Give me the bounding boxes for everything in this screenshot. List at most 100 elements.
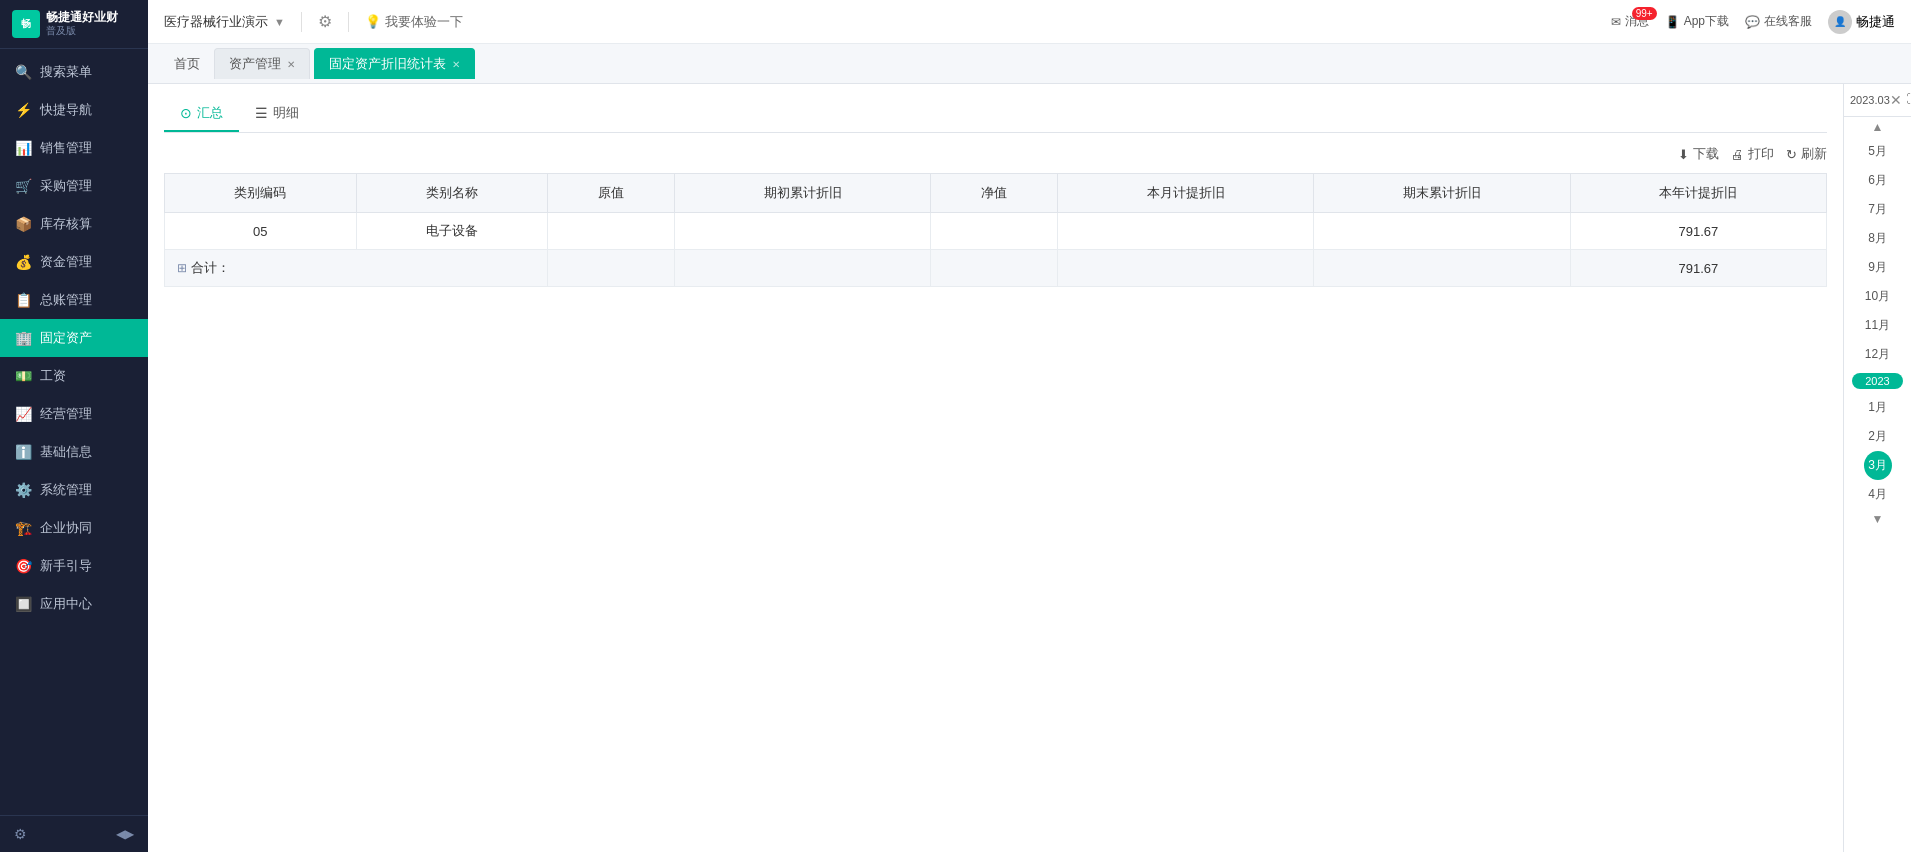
basic-info-icon: ℹ️ [14, 444, 32, 460]
guide-icon: 🎯 [14, 558, 32, 574]
sidebar-settings-icon[interactable]: ⚙ [14, 826, 27, 842]
topbar: 医疗器械行业演示 ▼ ⚙ 💡 我要体验一下 ✉ 消息 99+ 📱 App下载 💬… [148, 0, 1911, 44]
download-icon: ⬇ [1678, 147, 1689, 162]
avatar: 👤 [1828, 10, 1852, 34]
sidebar-item-funds[interactable]: 💰 资金管理 [0, 243, 148, 281]
app-download-label: App下载 [1684, 13, 1729, 30]
message-badge: 99+ [1632, 7, 1657, 20]
month-6[interactable]: 6月 [1844, 166, 1911, 195]
funds-icon: 💰 [14, 254, 32, 270]
sidebar-footer: ⚙ ◀▶ [0, 815, 148, 852]
sidebar: 畅 畅捷通好业财 普及版 🔍 搜索菜单 ⚡ 快捷导航 📊 销售管理 🛒 采购管理… [0, 0, 148, 852]
month-1[interactable]: 1月 [1844, 393, 1911, 422]
sidebar-item-operations[interactable]: 📈 经营管理 [0, 395, 148, 433]
month-3-active[interactable]: 3月 [1864, 451, 1892, 480]
experience-button[interactable]: 💡 我要体验一下 [365, 13, 463, 31]
fixed-assets-icon: 🏢 [14, 330, 32, 346]
app-version: 普及版 [46, 24, 118, 38]
month-10[interactable]: 10月 [1844, 282, 1911, 311]
sidebar-item-label: 应用中心 [40, 595, 92, 613]
total-icon: ⊞ [177, 261, 187, 275]
month-4[interactable]: 4月 [1844, 480, 1911, 509]
sidebar-item-label: 企业协同 [40, 519, 92, 537]
company-selector[interactable]: 医疗器械行业演示 ▼ [164, 13, 285, 31]
download-label: 下载 [1693, 145, 1719, 163]
tab-depreciation-label: 固定资产折旧统计表 [329, 55, 446, 73]
sidebar-item-apps[interactable]: 🔲 应用中心 [0, 585, 148, 623]
date-panel-header: 2023.03 ✕ ⛶ [1844, 84, 1911, 117]
subtab-summary-label: 汇总 [197, 104, 223, 122]
cell-name: 电子设备 [356, 213, 548, 250]
subtab-detail[interactable]: ☰ 明细 [239, 96, 315, 132]
customer-service-button[interactable]: 💬 在线客服 [1745, 13, 1812, 30]
sidebar-item-label: 销售管理 [40, 139, 92, 157]
sidebar-item-label: 搜索菜单 [40, 63, 92, 81]
sidebar-item-inventory[interactable]: 📦 库存核算 [0, 205, 148, 243]
sidebar-item-guide[interactable]: 🎯 新手引导 [0, 547, 148, 585]
right-date-panel: 2023.03 ✕ ⛶ ▲ 5月 6月 7月 8月 9月 10月 11月 12月… [1843, 84, 1911, 852]
system-icon: ⚙️ [14, 482, 32, 498]
date-panel-expand[interactable]: ⛶ [1906, 92, 1911, 108]
month-5[interactable]: 5月 [1844, 137, 1911, 166]
col-annual-dep: 本年计提折旧 [1570, 174, 1826, 213]
app-download-button[interactable]: 📱 App下载 [1665, 13, 1729, 30]
sidebar-item-quick-nav[interactable]: ⚡ 快捷导航 [0, 91, 148, 129]
download-button[interactable]: ⬇ 下载 [1678, 145, 1719, 163]
sidebar-item-label: 总账管理 [40, 291, 92, 309]
sidebar-item-fixed-assets[interactable]: 🏢 固定资产 [0, 319, 148, 357]
sidebar-item-payroll[interactable]: 💵 工资 [0, 357, 148, 395]
col-original-value: 原值 [548, 174, 675, 213]
cell-monthly-dep [1058, 213, 1314, 250]
sidebar-item-sales[interactable]: 📊 销售管理 [0, 129, 148, 167]
message-button[interactable]: ✉ 消息 99+ [1611, 13, 1649, 30]
col-monthly-dep: 本月计提折旧 [1058, 174, 1314, 213]
experience-label: 我要体验一下 [385, 13, 463, 31]
sidebar-item-system[interactable]: ⚙️ 系统管理 [0, 471, 148, 509]
tab-depreciation-close-icon[interactable]: ✕ [452, 59, 460, 70]
month-12[interactable]: 12月 [1844, 340, 1911, 369]
avatar-icon: 👤 [1834, 16, 1846, 27]
month-7[interactable]: 7月 [1844, 195, 1911, 224]
sidebar-item-label: 库存核算 [40, 215, 92, 233]
print-button[interactable]: 🖨 打印 [1731, 145, 1774, 163]
sidebar-nav: 🔍 搜索菜单 ⚡ 快捷导航 📊 销售管理 🛒 采购管理 📦 库存核算 💰 资金管… [0, 49, 148, 815]
tab-depreciation[interactable]: 固定资产折旧统计表 ✕ [314, 48, 475, 79]
date-panel-close[interactable]: ✕ [1890, 92, 1902, 108]
col-name: 类别名称 [356, 174, 548, 213]
subtab-summary[interactable]: ⊙ 汇总 [164, 96, 239, 132]
month-8[interactable]: 8月 [1844, 224, 1911, 253]
total-opening-acc-dep [675, 250, 931, 287]
app-logo: 畅 [12, 10, 40, 38]
col-opening-acc-dep: 期初累计折旧 [675, 174, 931, 213]
month-9[interactable]: 9月 [1844, 253, 1911, 282]
table-row: 05 电子设备 791.67 [165, 213, 1827, 250]
refresh-button[interactable]: ↻ 刷新 [1786, 145, 1827, 163]
month-11[interactable]: 11月 [1844, 311, 1911, 340]
refresh-label: 刷新 [1801, 145, 1827, 163]
sidebar-collapse-icon[interactable]: ◀▶ [116, 827, 134, 841]
tab-close-icon[interactable]: ✕ [287, 59, 295, 70]
detail-icon: ☰ [255, 105, 268, 121]
topbar-right: ✉ 消息 99+ 📱 App下载 💬 在线客服 👤 畅捷通 [1611, 10, 1895, 34]
tab-asset-mgmt[interactable]: 资产管理 ✕ [214, 48, 310, 79]
months-after: 1月 2月 3月 4月 [1844, 393, 1911, 509]
user-menu[interactable]: 👤 畅捷通 [1828, 10, 1895, 34]
date-scroll-down[interactable]: ▼ [1844, 509, 1911, 529]
topbar-divider [301, 12, 302, 32]
sidebar-item-enterprise[interactable]: 🏗️ 企业协同 [0, 509, 148, 547]
sidebar-item-label: 基础信息 [40, 443, 92, 461]
inventory-icon: 📦 [14, 216, 32, 232]
tab-home[interactable]: 首页 [164, 49, 210, 79]
total-label-text: 合计： [191, 259, 230, 277]
sidebar-item-search[interactable]: 🔍 搜索菜单 [0, 53, 148, 91]
sidebar-item-basic-info[interactable]: ℹ️ 基础信息 [0, 433, 148, 471]
total-closing-acc-dep [1314, 250, 1570, 287]
sales-icon: 📊 [14, 140, 32, 156]
sidebar-item-ledger[interactable]: 📋 总账管理 [0, 281, 148, 319]
month-2[interactable]: 2月 [1844, 422, 1911, 451]
topbar-divider2 [348, 12, 349, 32]
sidebar-item-purchase[interactable]: 🛒 采购管理 [0, 167, 148, 205]
date-scroll-up[interactable]: ▲ [1844, 117, 1911, 137]
col-net-value: 净值 [931, 174, 1058, 213]
topbar-settings-icon[interactable]: ⚙ [318, 12, 332, 31]
